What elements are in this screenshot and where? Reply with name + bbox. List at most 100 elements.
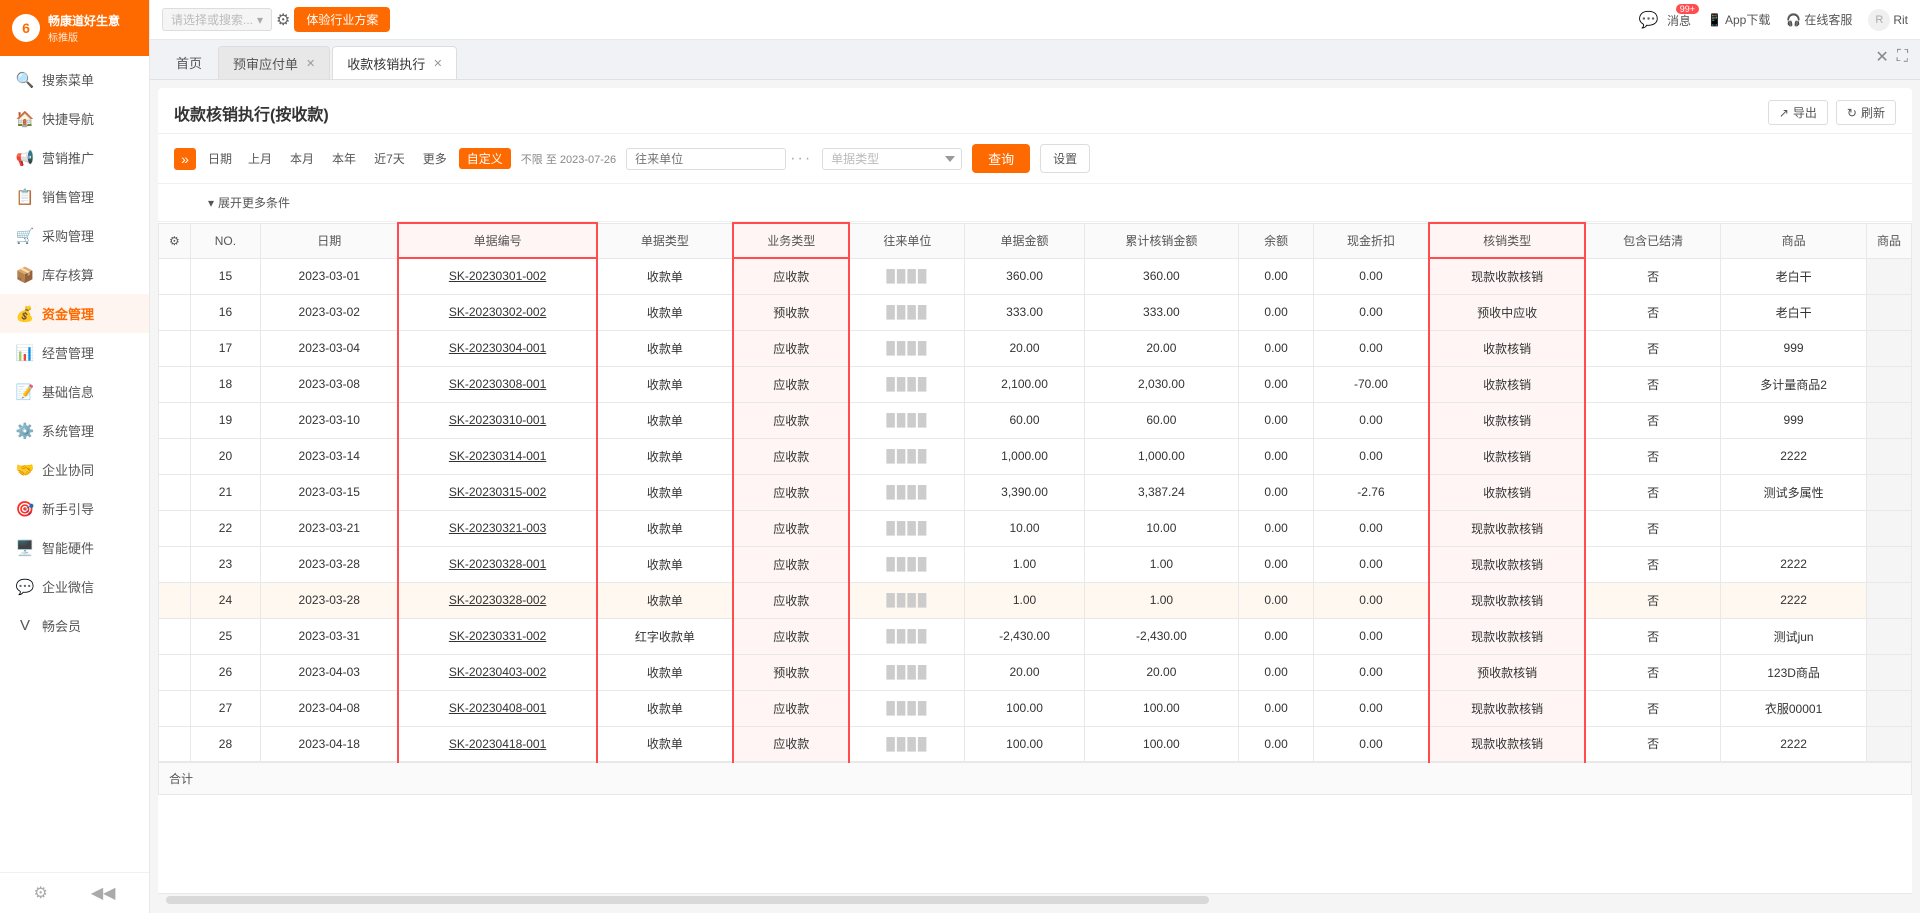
row-no: 21: [190, 474, 260, 510]
row-bill-no[interactable]: SK-20230304-001: [398, 330, 596, 366]
horizontal-scrollbar[interactable]: [158, 893, 1912, 905]
bill-type-select[interactable]: 单据类型: [822, 148, 962, 170]
tab-maximize-icon[interactable]: ⛶: [1897, 48, 1908, 66]
row-goods: 衣服00001: [1721, 690, 1867, 726]
this-year-btn[interactable]: 本年: [326, 148, 362, 169]
solution-button[interactable]: 体验行业方案: [294, 7, 390, 32]
row-cash-discount: 0.00: [1313, 402, 1429, 438]
row-gear[interactable]: [159, 258, 191, 294]
row-amount: 100.00: [965, 690, 1084, 726]
tab-verify-exec[interactable]: 收款核销执行 ✕: [332, 46, 457, 79]
row-gear[interactable]: [159, 330, 191, 366]
row-amount: 10.00: [965, 510, 1084, 546]
row-gear[interactable]: [159, 654, 191, 690]
sidebar-item-capital[interactable]: 💰 资金管理: [0, 294, 149, 333]
row-bill-no[interactable]: SK-20230310-001: [398, 402, 596, 438]
sidebar-item-basic[interactable]: 📝 基础信息: [0, 372, 149, 411]
row-partner: ████: [849, 582, 965, 618]
row-date: 2023-03-14: [261, 438, 399, 474]
col-gear[interactable]: ⚙: [159, 223, 191, 258]
sidebar-item-guide[interactable]: 🎯 新手引导: [0, 489, 149, 528]
sidebar-item-sales[interactable]: 📋 销售管理: [0, 177, 149, 216]
row-incl-settled: 否: [1585, 546, 1720, 582]
custom-date-btn[interactable]: 自定义: [459, 148, 511, 169]
more-date-btn[interactable]: 更多: [417, 148, 453, 169]
this-month-btn[interactable]: 本月: [284, 148, 320, 169]
row-verify-type: 现款收款核销: [1429, 618, 1585, 654]
row-bill-no[interactable]: SK-20230328-002: [398, 582, 596, 618]
scroll-thumb[interactable]: [166, 896, 1209, 904]
tab-pre-apply[interactable]: 预审应付单 ✕: [218, 46, 330, 79]
sidebar-item-inventory[interactable]: 📦 库存核算: [0, 255, 149, 294]
sidebar-item-operation[interactable]: 📊 经营管理: [0, 333, 149, 372]
sidebar-item-purchase[interactable]: 🛒 采购管理: [0, 216, 149, 255]
sidebar-item-marketing[interactable]: 📢 营销推广: [0, 138, 149, 177]
filter-expand-area: ▾ 展开更多条件: [158, 184, 1912, 222]
row-bill-no[interactable]: SK-20230321-003: [398, 510, 596, 546]
row-verify-type: 现款收款核销: [1429, 510, 1585, 546]
row-biz-type: 应收款: [733, 402, 849, 438]
row-gear[interactable]: [159, 474, 191, 510]
row-bill-no[interactable]: SK-20230328-001: [398, 546, 596, 582]
sidebar-item-quick-nav[interactable]: 🏠 快捷导航: [0, 99, 149, 138]
row-gear[interactable]: [159, 690, 191, 726]
row-gear[interactable]: [159, 294, 191, 330]
last-7days-btn[interactable]: 近7天: [368, 148, 411, 169]
sidebar-item-corp[interactable]: 🤝 企业协同: [0, 450, 149, 489]
top-settings-icon[interactable]: ⚙: [276, 10, 290, 30]
row-bill-no[interactable]: SK-20230301-002: [398, 258, 596, 294]
row-date: 2023-03-21: [261, 510, 399, 546]
tab-close-all-icon[interactable]: ✕: [1875, 47, 1888, 67]
tab-close-pre-apply[interactable]: ✕: [306, 57, 315, 70]
row-bill-no[interactable]: SK-20230418-001: [398, 726, 596, 762]
table-row: 172023-03-04SK-20230304-001收款单应收款████20.…: [159, 330, 1912, 366]
expand-more-btn[interactable]: ▾ 展开更多条件: [208, 190, 1896, 215]
row-balance: 0.00: [1239, 510, 1314, 546]
row-gear[interactable]: [159, 366, 191, 402]
row-gear[interactable]: [159, 438, 191, 474]
user-name-action[interactable]: R Rit: [1868, 9, 1908, 31]
row-bill-no[interactable]: SK-20230403-002: [398, 654, 596, 690]
app-download-action[interactable]: 📱 App下载: [1707, 11, 1770, 28]
row-gear[interactable]: [159, 618, 191, 654]
row-cum-verify: 20.00: [1084, 654, 1239, 690]
query-button[interactable]: 查询: [972, 144, 1030, 173]
sidebar-item-system[interactable]: ⚙️ 系统管理: [0, 411, 149, 450]
sales-icon: 📋: [16, 188, 34, 206]
gear-icon[interactable]: ⚙: [169, 234, 180, 248]
row-gear[interactable]: [159, 546, 191, 582]
row-bill-no[interactable]: SK-20230308-001: [398, 366, 596, 402]
row-bill-no[interactable]: SK-20230331-002: [398, 618, 596, 654]
row-gear[interactable]: [159, 582, 191, 618]
breadcrumb-selector[interactable]: 请选择或搜索... ▾: [162, 8, 272, 31]
row-gear[interactable]: [159, 510, 191, 546]
partner-more-icon[interactable]: ···: [790, 150, 812, 168]
row-gear[interactable]: [159, 726, 191, 762]
filter-toggle-btn[interactable]: »: [174, 148, 196, 170]
sidebar-item-wechat[interactable]: 💬 企业微信: [0, 567, 149, 606]
message-icon-wrapper[interactable]: 💬 99+ 消息: [1639, 10, 1691, 30]
row-bill-no[interactable]: SK-20230408-001: [398, 690, 596, 726]
sidebar-item-hardware[interactable]: 🖥️ 智能硬件: [0, 528, 149, 567]
tab-close-verify-exec[interactable]: ✕: [433, 57, 442, 70]
online-service-action[interactable]: 🎧 在线客服: [1786, 11, 1852, 28]
row-partner: ████: [849, 258, 965, 294]
export-button[interactable]: ↗ 导出: [1768, 100, 1828, 125]
row-cum-verify: 3,387.24: [1084, 474, 1239, 510]
last-month-btn[interactable]: 上月: [242, 148, 278, 169]
partner-input[interactable]: [626, 148, 786, 170]
row-cum-verify: 1,000.00: [1084, 438, 1239, 474]
refresh-icon: ↻: [1847, 106, 1857, 120]
row-bill-no[interactable]: SK-20230315-002: [398, 474, 596, 510]
sidebar-item-search[interactable]: 🔍 搜索菜单: [0, 60, 149, 99]
table-wrap[interactable]: ⚙ NO. 日期 单据编号 单据类型 业务类型 往来单位 单据金额 累计核销金额…: [158, 222, 1912, 893]
collapse-icon[interactable]: ◀◀: [91, 883, 116, 903]
row-bill-no[interactable]: SK-20230314-001: [398, 438, 596, 474]
row-bill-no[interactable]: SK-20230302-002: [398, 294, 596, 330]
tab-home[interactable]: 首页: [162, 46, 216, 79]
row-gear[interactable]: [159, 402, 191, 438]
refresh-button[interactable]: ↻ 刷新: [1836, 100, 1896, 125]
sidebar-item-member[interactable]: V 畅会员: [0, 606, 149, 645]
settings-bottom-icon[interactable]: ⚙: [34, 883, 48, 903]
filter-setting-button[interactable]: 设置: [1040, 144, 1090, 173]
